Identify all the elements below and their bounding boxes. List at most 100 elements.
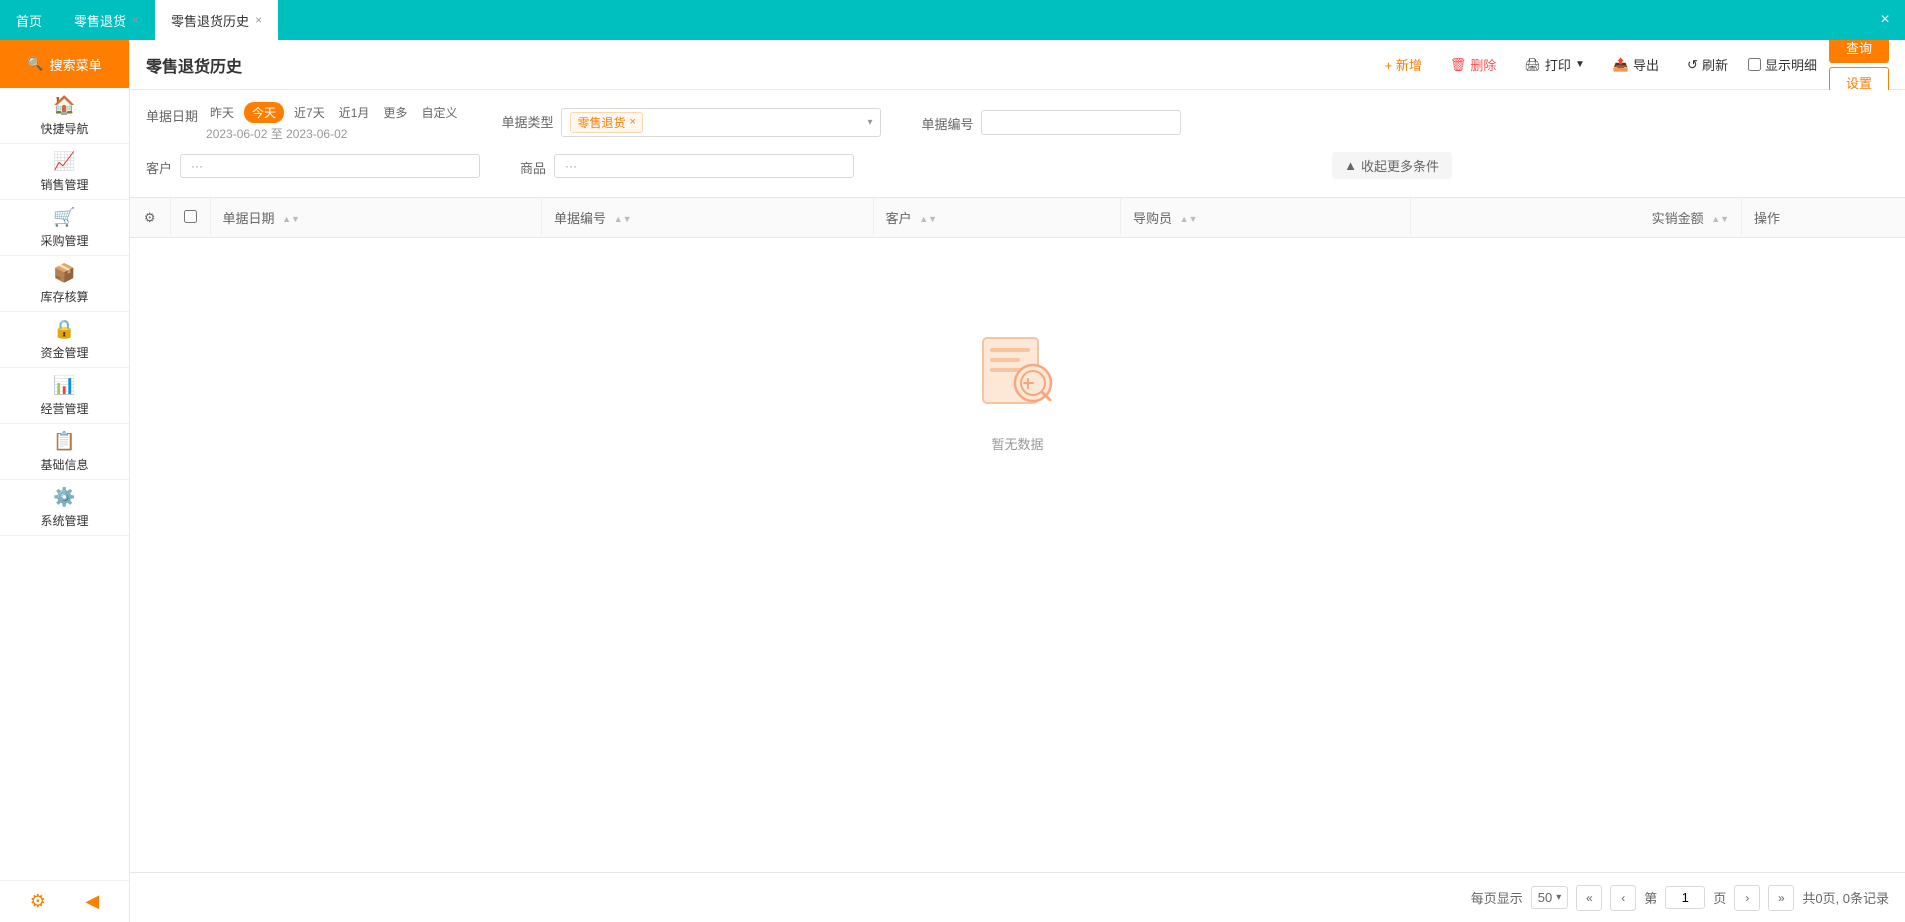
collapse-button[interactable]: ▲ 收起更多条件: [1332, 152, 1452, 179]
filter-group-doc-no: 单据编号: [921, 110, 1181, 135]
sidebar-bottom: ⚙ ◀: [0, 880, 129, 922]
print-button[interactable]: 🖨 打印 ▼: [1516, 51, 1592, 78]
settings-bottom-icon[interactable]: ⚙: [30, 891, 46, 912]
new-button-label: + 新增: [1385, 55, 1422, 74]
sort-icon-guide: ▲▼: [1180, 215, 1198, 224]
purchase-icon: 🛒: [53, 207, 75, 228]
sidebar-item-quick-nav[interactable]: 🏠 快捷导航: [0, 88, 129, 144]
prev-page-button[interactable]: ‹: [1610, 885, 1636, 911]
sort-icon-doc-no: ▲▼: [614, 215, 632, 224]
query-button[interactable]: 查询: [1829, 40, 1889, 63]
print-icon: 🖨: [1524, 57, 1541, 73]
display-detail-checkbox[interactable]: 显示明细: [1748, 55, 1817, 74]
doc-no-input[interactable]: [981, 110, 1181, 135]
th-doc-date-label: 单据日期: [223, 211, 275, 226]
filter-row-2: 客户 ··· 商品 ··· ▲ 收起更多条件: [146, 152, 1889, 179]
th-guide-label: 导购员: [1133, 211, 1172, 226]
date-filter-label: 单据日期: [146, 102, 198, 125]
first-page-button[interactable]: «: [1576, 885, 1602, 911]
sidebar-search[interactable]: 🔍 搜索菜单: [0, 40, 129, 88]
th-operation-label: 操作: [1754, 211, 1780, 226]
page-number-input[interactable]: [1665, 886, 1705, 909]
doc-type-select[interactable]: 零售退货 × ▾: [561, 108, 881, 137]
page-header: 零售退货历史 + 新增 🗑 删除 🖨 打印 ▼ 📤 导出: [130, 40, 1905, 90]
new-button[interactable]: + 新增: [1377, 51, 1430, 78]
page-size-select[interactable]: 50 ▾: [1531, 886, 1569, 909]
filter-row-1: 单据日期 昨天 今天 近7天 近1月 更多 自定义 2023-06-02 至 2…: [146, 102, 1889, 142]
sidebar-item-inventory-label: 库存核算: [40, 288, 88, 305]
tab-retail-return-history-label: 零售退货历史: [171, 11, 249, 30]
th-customer[interactable]: 客户 ▲▼: [873, 198, 1120, 238]
date-option-yesterday[interactable]: 昨天: [206, 102, 238, 123]
customer-input[interactable]: ···: [180, 154, 480, 178]
date-option-today[interactable]: 今天: [244, 102, 284, 123]
goods-input[interactable]: ···: [554, 154, 854, 178]
tab-home[interactable]: 首页: [0, 0, 58, 40]
customer-placeholder: ···: [191, 159, 203, 173]
page-title: 零售退货历史: [146, 53, 242, 77]
sidebar-item-basic-info-label: 基础信息: [40, 456, 88, 473]
th-settings[interactable]: ⚙: [130, 198, 170, 238]
sidebar-item-purchase-mgmt[interactable]: 🛒 采购管理: [0, 200, 129, 256]
tab-retail-return-history-close[interactable]: ×: [255, 13, 262, 27]
tab-retail-return-close[interactable]: ×: [132, 13, 139, 27]
th-guide[interactable]: 导购员 ▲▼: [1121, 198, 1410, 238]
tab-retail-return-label: 零售退货: [74, 11, 126, 30]
sidebar-item-basic-info[interactable]: 📋 基础信息: [0, 424, 129, 480]
filter-group-doc-type: 单据类型 零售退货 × ▾: [501, 108, 881, 137]
date-option-7days[interactable]: 近7天: [290, 102, 329, 123]
print-dropdown-icon: ▼: [1575, 59, 1585, 70]
th-actual-amount-label: 实销金额: [1652, 211, 1704, 226]
date-option-more[interactable]: 更多: [379, 102, 411, 123]
date-option-1month[interactable]: 近1月: [335, 102, 374, 123]
sort-icon-actual-amount: ▲▼: [1711, 215, 1729, 224]
export-button[interactable]: 📤 导出: [1605, 51, 1667, 78]
window-close-button[interactable]: ×: [1865, 0, 1905, 40]
doc-type-tag-close[interactable]: ×: [629, 116, 635, 128]
refresh-button[interactable]: ↺ 刷新: [1679, 51, 1736, 78]
sidebar-item-sales-mgmt[interactable]: 📈 销售管理: [0, 144, 129, 200]
th-doc-no[interactable]: 单据编号 ▲▼: [542, 198, 874, 238]
topbar: 首页 零售退货 × 零售退货历史 × ×: [0, 0, 1905, 40]
page-size-label: 每页显示: [1471, 888, 1523, 907]
empty-text: 暂无数据: [991, 434, 1043, 453]
table-header-row: ⚙ 单据日期 ▲▼ 单据编号 ▲▼: [130, 198, 1905, 238]
pagination: 每页显示 50 ▾ « ‹ 第 页 › » 共0页, 0条记录: [130, 872, 1905, 922]
refresh-button-label: 刷新: [1702, 55, 1728, 74]
table-wrapper: ⚙ 单据日期 ▲▼ 单据编号 ▲▼: [130, 198, 1905, 872]
delete-button[interactable]: 🗑 删除: [1442, 51, 1505, 78]
th-checkbox[interactable]: [170, 198, 210, 238]
sidebar-item-sales-mgmt-label: 销售管理: [40, 176, 88, 193]
page-size-arrow: ▾: [1556, 892, 1561, 903]
doc-type-tag-label: 零售退货: [577, 114, 625, 131]
last-page-button[interactable]: »: [1768, 885, 1794, 911]
select-all-checkbox[interactable]: [184, 210, 197, 223]
sidebar-item-inventory[interactable]: 📦 库存核算: [0, 256, 129, 312]
sidebar-item-operations[interactable]: 📊 经营管理: [0, 368, 129, 424]
tab-retail-return[interactable]: 零售退货 ×: [58, 0, 155, 40]
inventory-icon: 📦: [53, 263, 75, 284]
sidebar-item-system-mgmt[interactable]: ⚙️ 系统管理: [0, 480, 129, 536]
sidebar: 🔍 搜索菜单 🏠 快捷导航 📈 销售管理 🛒 采购管理 📦 库存核算 🔒 资金管…: [0, 40, 130, 922]
th-operation: 操作: [1742, 198, 1905, 238]
column-settings-icon[interactable]: ⚙: [144, 210, 156, 225]
tab-retail-return-history[interactable]: 零售退货历史 ×: [155, 0, 278, 40]
sidebar-item-finance[interactable]: 🔒 资金管理: [0, 312, 129, 368]
header-actions: + 新增 🗑 删除 🖨 打印 ▼ 📤 导出 ↺ 刷新: [1377, 40, 1889, 98]
next-page-button[interactable]: ›: [1734, 885, 1760, 911]
collapse-sidebar-icon[interactable]: ◀: [85, 891, 99, 912]
sort-icon-customer: ▲▼: [919, 215, 937, 224]
page-total-label: 页: [1713, 888, 1726, 907]
total-summary: 共0页, 0条记录: [1802, 888, 1889, 907]
sort-icon-doc-date: ▲▼: [282, 215, 300, 224]
th-doc-date[interactable]: 单据日期 ▲▼: [210, 198, 542, 238]
date-option-custom[interactable]: 自定义: [417, 102, 461, 123]
display-detail-input[interactable]: [1748, 58, 1761, 71]
display-detail-label: 显示明细: [1765, 55, 1817, 74]
page-size-value: 50: [1538, 890, 1552, 905]
th-actual-amount[interactable]: 实销金额 ▲▼: [1410, 198, 1742, 238]
refresh-icon: ↺: [1687, 57, 1698, 73]
sidebar-item-quick-nav-label: 快捷导航: [40, 120, 88, 137]
goods-placeholder: ···: [565, 159, 577, 173]
basic-info-icon: 📋: [53, 431, 75, 452]
